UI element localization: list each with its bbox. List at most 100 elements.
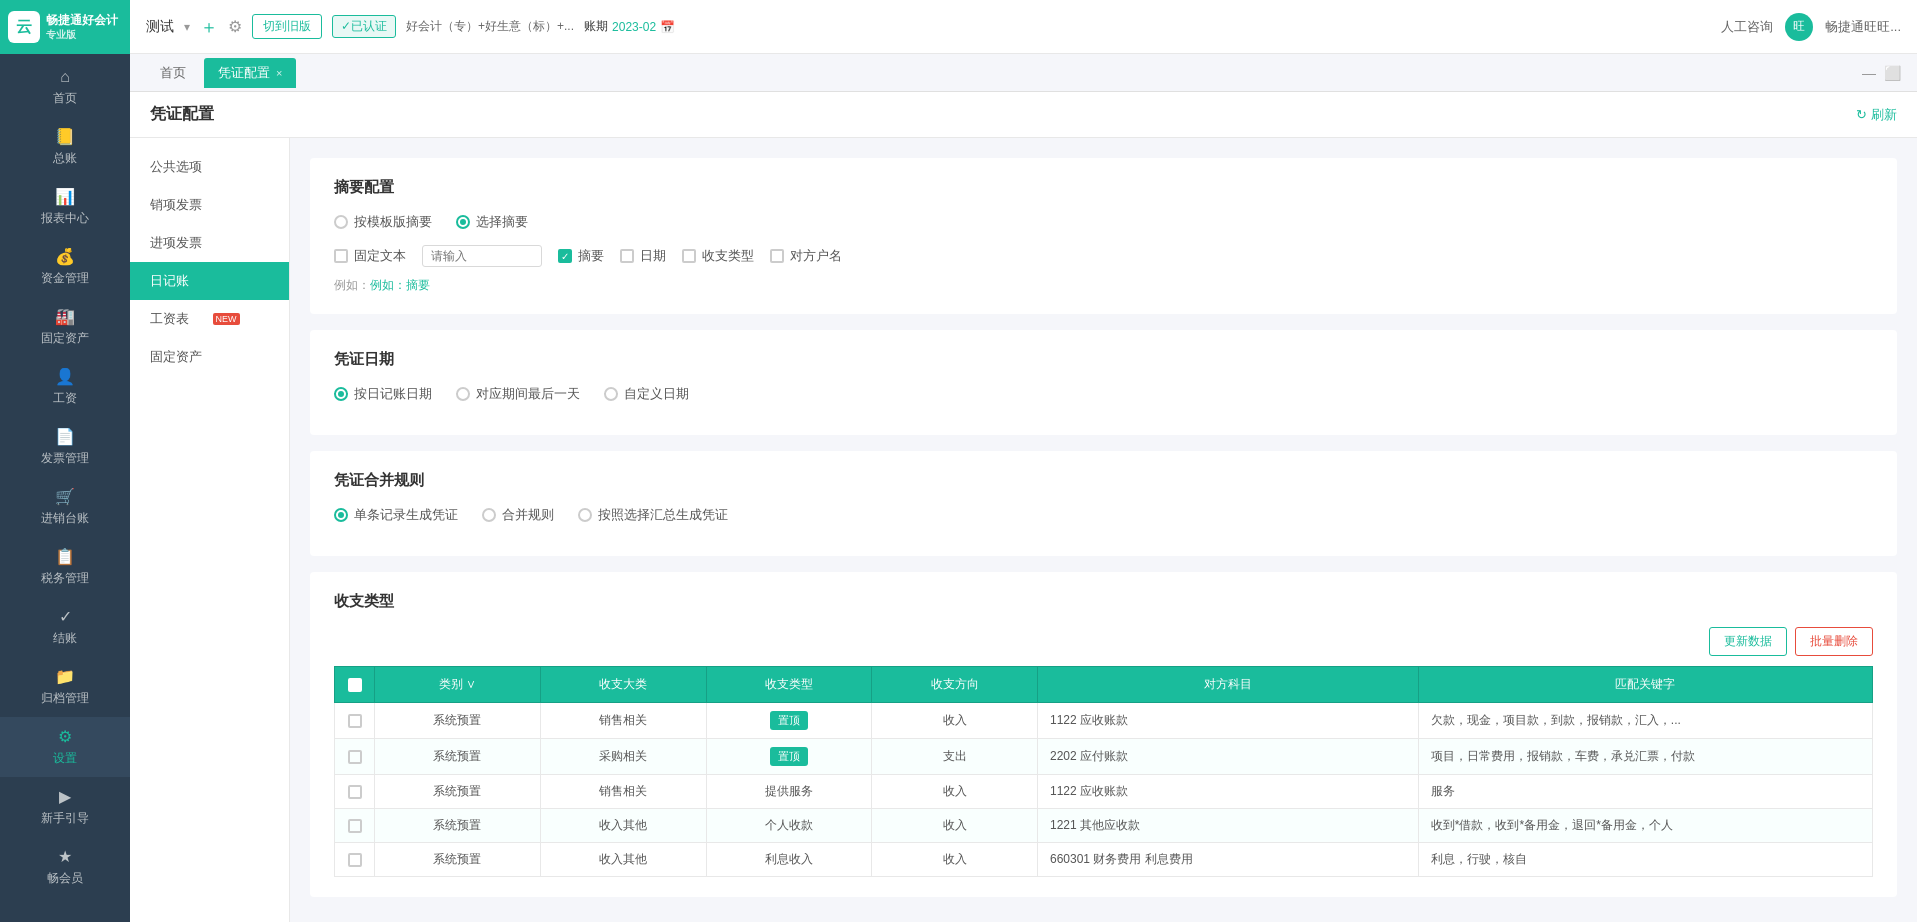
payroll-icon: 👤: [55, 367, 75, 386]
radio-aggregate[interactable]: 按照选择汇总生成凭证: [578, 506, 728, 524]
left-nav-fixed-assets[interactable]: 固定资产: [130, 338, 289, 376]
avatar: 旺: [1785, 13, 1813, 41]
row-checkbox[interactable]: [335, 739, 375, 775]
row-checkbox[interactable]: [335, 843, 375, 877]
row-checkbox-box[interactable]: [348, 853, 362, 867]
sidebar-item-fixed[interactable]: 🏭 固定资产: [0, 297, 130, 357]
invoice-mgmt-icon: 📄: [55, 427, 75, 446]
radio-circle-custom-date: [604, 387, 618, 401]
refresh-button[interactable]: ↻ 刷新: [1856, 106, 1897, 124]
row-main-type: 销售相关: [540, 775, 706, 809]
settings-icon: ⚙: [58, 727, 72, 746]
merge-title: 凭证合并规则: [334, 471, 1873, 490]
radio-circle-aggregate: [578, 508, 592, 522]
ledger-icon: 📒: [55, 127, 75, 146]
user-name: 畅捷通旺旺...: [1825, 18, 1901, 36]
radio-single-record[interactable]: 单条记录生成凭证: [334, 506, 458, 524]
checkbox-box-counterpart: [770, 249, 784, 263]
minimize-button[interactable]: —: [1862, 65, 1876, 81]
batch-delete-button[interactable]: 批量删除: [1795, 627, 1873, 656]
maximize-button[interactable]: ⬜: [1884, 65, 1901, 81]
tab-close-icon[interactable]: ×: [276, 67, 282, 79]
left-nav-journal[interactable]: 日记账: [130, 262, 289, 300]
sidebar-item-close[interactable]: ✓ 结账: [0, 597, 130, 657]
row-category: 系统预置: [375, 739, 541, 775]
row-checkbox[interactable]: [335, 809, 375, 843]
row-sub-type: 利息收入: [706, 843, 872, 877]
guide-icon: ▶: [59, 787, 71, 806]
logo-text: 畅捷通好会计 专业版: [46, 13, 118, 42]
settings-gear-icon[interactable]: ⚙: [228, 17, 242, 36]
switch-old-version-button[interactable]: 切到旧版: [252, 14, 322, 39]
calendar-icon[interactable]: 📅: [660, 20, 675, 34]
radio-merge-rule[interactable]: 合并规则: [482, 506, 554, 524]
sidebar-item-archive[interactable]: 📁 归档管理: [0, 657, 130, 717]
row-checkbox-box[interactable]: [348, 714, 362, 728]
update-data-button[interactable]: 更新数据: [1709, 627, 1787, 656]
merge-section: 凭证合并规则 单条记录生成凭证 合并规则 按照选择汇总生成凭证: [310, 451, 1897, 556]
left-nav-public[interactable]: 公共选项: [130, 148, 289, 186]
sidebar-item-member[interactable]: ★ 畅会员: [0, 837, 130, 897]
radio-select-summary[interactable]: 选择摘要: [456, 213, 528, 231]
checkbox-date[interactable]: 日期: [620, 247, 666, 265]
row-checkbox-box[interactable]: [348, 785, 362, 799]
sidebar-item-reports[interactable]: 📊 报表中心: [0, 177, 130, 237]
top-reset-button[interactable]: 置顶: [770, 711, 808, 730]
row-checkbox-box[interactable]: [348, 819, 362, 833]
dropdown-arrow-icon[interactable]: ▾: [184, 20, 190, 34]
date-title: 凭证日期: [334, 350, 1873, 369]
sidebar-item-home[interactable]: ⌂ 首页: [0, 58, 130, 117]
th-direction: 收支方向: [872, 667, 1038, 703]
row-account: 1122 应收账款: [1038, 775, 1419, 809]
row-account: 1122 应收账款: [1038, 703, 1419, 739]
checkbox-fixed-text[interactable]: 固定文本: [334, 247, 406, 265]
table-actions: 更新数据 批量删除: [334, 627, 1873, 656]
row-keywords: 欠款，现金，项目款，到款，报销款，汇入，...: [1418, 703, 1872, 739]
left-nav-purchase-invoice[interactable]: 进项发票: [130, 224, 289, 262]
new-badge: NEW: [213, 313, 240, 325]
sidebar-item-invoice-mgmt[interactable]: 📄 发票管理: [0, 417, 130, 477]
row-main-type: 销售相关: [540, 703, 706, 739]
top-reset-button[interactable]: 置顶: [770, 747, 808, 766]
tax-icon: 📋: [55, 547, 75, 566]
sidebar-item-settings[interactable]: ⚙ 设置: [0, 717, 130, 777]
row-account: 1221 其他应收款: [1038, 809, 1419, 843]
page-header: 凭证配置 ↻ 刷新: [130, 92, 1917, 138]
radio-circle-last-day: [456, 387, 470, 401]
sidebar-item-guide[interactable]: ▶ 新手引导: [0, 777, 130, 837]
sidebar-item-tax[interactable]: 📋 税务管理: [0, 537, 130, 597]
select-all-checkbox[interactable]: [348, 678, 362, 692]
checkbox-box-date: [620, 249, 634, 263]
checkbox-counterpart[interactable]: 对方户名: [770, 247, 842, 265]
home-icon: ⌂: [60, 68, 70, 86]
row-sub-type: 置顶: [706, 703, 872, 739]
row-direction: 收入: [872, 809, 1038, 843]
checkbox-box-summary: ✓: [558, 249, 572, 263]
tab-voucher-config[interactable]: 凭证配置 ×: [204, 58, 296, 88]
sidebar-item-ledger[interactable]: 📒 总账: [0, 117, 130, 177]
checkbox-income-type[interactable]: 收支类型: [682, 247, 754, 265]
fixed-text-input[interactable]: [422, 245, 542, 267]
sidebar-item-payroll[interactable]: 👤 工资: [0, 357, 130, 417]
radio-by-journal-date[interactable]: 按日记账日期: [334, 385, 432, 403]
income-title: 收支类型: [334, 592, 1873, 611]
row-checkbox[interactable]: [335, 775, 375, 809]
checkbox-summary[interactable]: ✓ 摘要: [558, 247, 604, 265]
add-button[interactable]: ＋: [200, 15, 218, 39]
income-section: 收支类型 更新数据 批量删除 类别 ∨ 收支大类: [310, 572, 1897, 897]
consult-button[interactable]: 人工咨询: [1721, 18, 1773, 36]
radio-period-last-day[interactable]: 对应期间最后一天: [456, 385, 580, 403]
row-sub-type: 提供服务: [706, 775, 872, 809]
sidebar-item-purchase[interactable]: 🛒 进销台账: [0, 477, 130, 537]
table-row: 系统预置 收入其他 个人收款 收入 1221 其他应收款 收到*借款，收到*备用…: [335, 809, 1873, 843]
radio-template-summary[interactable]: 按模板版摘要: [334, 213, 432, 231]
left-nav-payroll[interactable]: 工资表 NEW ▾: [130, 300, 289, 338]
radio-custom-date[interactable]: 自定义日期: [604, 385, 689, 403]
row-keywords: 收到*借款，收到*备用金，退回*备用金，个人: [1418, 809, 1872, 843]
income-table: 类别 ∨ 收支大类 收支类型 收支方向 对方科目 匹配关键字 系统预置: [334, 666, 1873, 877]
row-checkbox[interactable]: [335, 703, 375, 739]
left-nav-sales-invoice[interactable]: 销项发票: [130, 186, 289, 224]
sidebar-item-funds[interactable]: 💰 资金管理: [0, 237, 130, 297]
tab-home[interactable]: 首页: [146, 58, 200, 88]
row-checkbox-box[interactable]: [348, 750, 362, 764]
